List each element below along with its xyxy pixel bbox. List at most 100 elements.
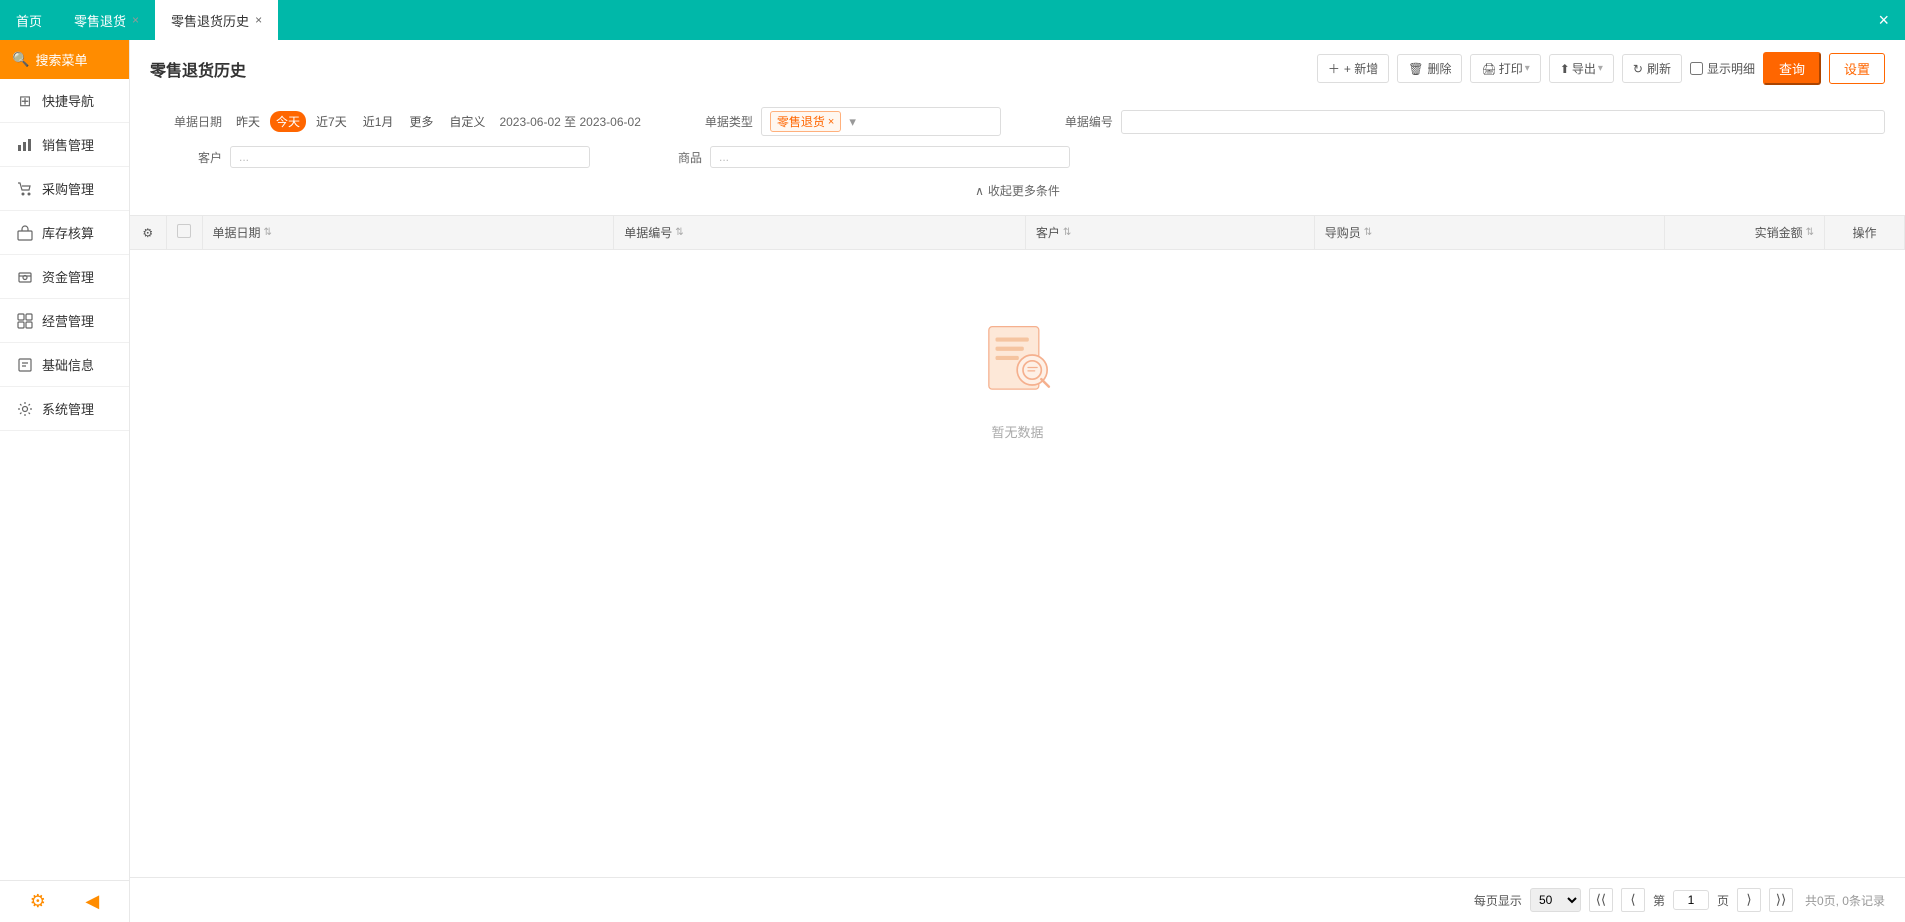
date-option-more[interactable]: 更多 xyxy=(403,111,439,132)
th-amount-label: 实销金额 xyxy=(1755,224,1803,241)
empty-state: 暂无数据 xyxy=(130,250,1905,501)
print-label: 打印 xyxy=(1499,60,1523,77)
sidebar-item-sales-mgmt[interactable]: 销售管理 xyxy=(0,123,129,167)
goods-select[interactable]: ... xyxy=(710,146,1070,168)
toolbar-actions: ＋ + 新增 🗑 删除 🖨 打印 ▾ ⬆ 导出 xyxy=(1317,52,1885,85)
tab-retail-return-history-close[interactable]: × xyxy=(255,13,262,27)
next-page-button[interactable]: ⟩ xyxy=(1737,888,1761,912)
display-detail-input[interactable] xyxy=(1690,62,1703,75)
prev-page-button[interactable]: ⟨ xyxy=(1621,888,1645,912)
export-label: 导出 xyxy=(1572,60,1596,77)
date-option-1month[interactable]: 近1月 xyxy=(357,111,400,132)
display-detail-checkbox[interactable]: 显示明细 xyxy=(1690,60,1755,77)
th-settings[interactable]: ⚙ xyxy=(130,216,166,250)
doc-type-tag-close[interactable]: × xyxy=(828,116,834,128)
query-button[interactable]: 查询 xyxy=(1763,52,1821,85)
th-date-label: 单据日期 xyxy=(213,224,261,241)
sidebar-item-basic-info[interactable]: 基础信息 xyxy=(0,343,129,387)
tab-list: 首页 零售退货 × 零售退货历史 × xyxy=(0,0,1878,40)
th-doc-no[interactable]: 单据编号 ⇅ xyxy=(614,216,1026,250)
new-icon: ＋ xyxy=(1328,60,1340,77)
doc-type-tag-label: 零售退货 xyxy=(777,113,825,130)
tab-retail-return-history[interactable]: 零售退货历史 × xyxy=(155,0,278,40)
date-option-today[interactable]: 今天 xyxy=(270,111,306,132)
print-button[interactable]: 🖨 打印 ▾ xyxy=(1470,54,1540,83)
sidebar-item-system-mgmt-label: 系统管理 xyxy=(42,399,94,418)
empty-state-text: 暂无数据 xyxy=(991,422,1043,441)
date-option-custom[interactable]: 自定义 xyxy=(443,111,491,132)
sidebar-item-purchase-mgmt-label: 采购管理 xyxy=(42,179,94,198)
customer-select[interactable]: ... xyxy=(230,146,590,168)
goods-filter-label: 商品 xyxy=(630,149,710,166)
refresh-button[interactable]: ↻ 刷新 xyxy=(1622,54,1682,83)
tab-retail-return-close[interactable]: × xyxy=(132,13,139,27)
tab-home-label: 首页 xyxy=(16,11,42,30)
doc-type-filter-label: 单据类型 xyxy=(681,113,761,130)
sidebar-item-finance[interactable]: 资金管理 xyxy=(0,255,129,299)
sidebar-item-inventory-label: 库存核算 xyxy=(42,223,94,242)
date-option-7days[interactable]: 近7天 xyxy=(310,111,353,132)
sidebar-item-basic-info-label: 基础信息 xyxy=(42,355,94,374)
pagination-bar: 每页显示 20 50 100 ⟨⟨ ⟨ 第 页 ⟩ ⟩⟩ 共0页, 0条记录 xyxy=(130,877,1905,922)
th-customer[interactable]: 客户 ⇅ xyxy=(1025,216,1314,250)
sidebar-item-quick-nav[interactable]: ⊞ 快捷导航 xyxy=(0,79,129,123)
th-action: 操作 xyxy=(1825,216,1905,250)
page-title: 零售退货历史 xyxy=(150,57,246,81)
settings-button[interactable]: 设置 xyxy=(1829,53,1885,84)
date-option-yesterday[interactable]: 昨天 xyxy=(230,111,266,132)
sidebar-search[interactable]: 🔍 搜索菜单 xyxy=(0,40,129,79)
th-guide[interactable]: 导购员 ⇅ xyxy=(1314,216,1664,250)
sales-mgmt-icon xyxy=(16,136,34,154)
column-settings-icon[interactable]: ⚙ xyxy=(142,226,153,240)
filter-row-customer: 客户 ... 商品 ... xyxy=(150,146,1885,168)
th-action-label: 操作 xyxy=(1852,226,1876,240)
sidebar-item-operations-label: 经营管理 xyxy=(42,311,94,330)
date-filter-label: 单据日期 xyxy=(150,113,230,130)
delete-label: 删除 xyxy=(1427,60,1451,77)
th-doc-no-label: 单据编号 xyxy=(624,224,672,241)
date-options: 昨天 今天 近7天 近1月 更多 自定义 xyxy=(230,111,491,132)
new-button[interactable]: ＋ + 新增 xyxy=(1317,54,1389,83)
sidebar-search-label: 搜索菜单 xyxy=(35,50,87,69)
sidebar-item-operations[interactable]: 经营管理 xyxy=(0,299,129,343)
tab-retail-return-history-label: 零售退货历史 xyxy=(171,11,249,30)
sidebar-item-finance-label: 资金管理 xyxy=(42,267,94,286)
system-mgmt-icon xyxy=(16,400,34,418)
th-customer-sort-icon: ⇅ xyxy=(1063,227,1071,238)
query-label: 查询 xyxy=(1779,62,1805,77)
tab-retail-return[interactable]: 零售退货 × xyxy=(58,0,155,40)
doc-no-input[interactable] xyxy=(1121,110,1885,134)
tab-home[interactable]: 首页 xyxy=(0,0,58,40)
top-bar: 首页 零售退货 × 零售退货历史 × × xyxy=(0,0,1905,40)
sidebar-item-inventory[interactable]: 库存核算 xyxy=(0,211,129,255)
page-suffix: 页 xyxy=(1717,892,1729,909)
per-page-select[interactable]: 20 50 100 xyxy=(1530,888,1581,912)
doc-no-filter-label: 单据编号 xyxy=(1041,113,1121,130)
main-layout: 🔍 搜索菜单 ⊞ 快捷导航 销售管理 采购管理 xyxy=(0,40,1905,922)
select-all-checkbox[interactable] xyxy=(177,224,191,238)
doc-type-select[interactable]: 零售退货 × ▾ xyxy=(761,107,1001,136)
sidebar: 🔍 搜索菜单 ⊞ 快捷导航 销售管理 采购管理 xyxy=(0,40,130,922)
page-input[interactable] xyxy=(1673,890,1709,910)
th-customer-label: 客户 xyxy=(1036,224,1060,241)
first-page-button[interactable]: ⟨⟨ xyxy=(1589,888,1613,912)
table-header-row: ⚙ 单据日期 ⇅ 单据编号 xyxy=(130,216,1905,250)
settings-label: 设置 xyxy=(1844,62,1870,77)
sidebar-item-system-mgmt[interactable]: 系统管理 xyxy=(0,387,129,431)
sidebar-item-purchase-mgmt[interactable]: 采购管理 xyxy=(0,167,129,211)
th-date[interactable]: 单据日期 ⇅ xyxy=(202,216,614,250)
empty-state-icon xyxy=(968,310,1068,410)
content-area: 零售退货历史 ＋ + 新增 🗑 删除 🖨 打印 ▾ xyxy=(130,40,1905,922)
top-bar-close[interactable]: × xyxy=(1878,10,1905,31)
export-button[interactable]: ⬆ 导出 ▾ xyxy=(1549,54,1614,83)
th-amount[interactable]: 实销金额 ⇅ xyxy=(1665,216,1825,250)
last-page-button[interactable]: ⟩⟩ xyxy=(1769,888,1793,912)
collapse-bar[interactable]: ∧ 收起更多条件 xyxy=(150,178,1885,205)
th-guide-label: 导购员 xyxy=(1325,224,1361,241)
inventory-icon xyxy=(16,224,34,242)
purchase-mgmt-icon xyxy=(16,180,34,198)
collapse-sidebar-icon[interactable]: ◀ xyxy=(85,891,99,912)
settings-icon[interactable]: ⚙ xyxy=(30,891,46,912)
delete-button[interactable]: 🗑 删除 xyxy=(1397,54,1462,83)
customer-filter-label: 客户 xyxy=(150,149,230,166)
